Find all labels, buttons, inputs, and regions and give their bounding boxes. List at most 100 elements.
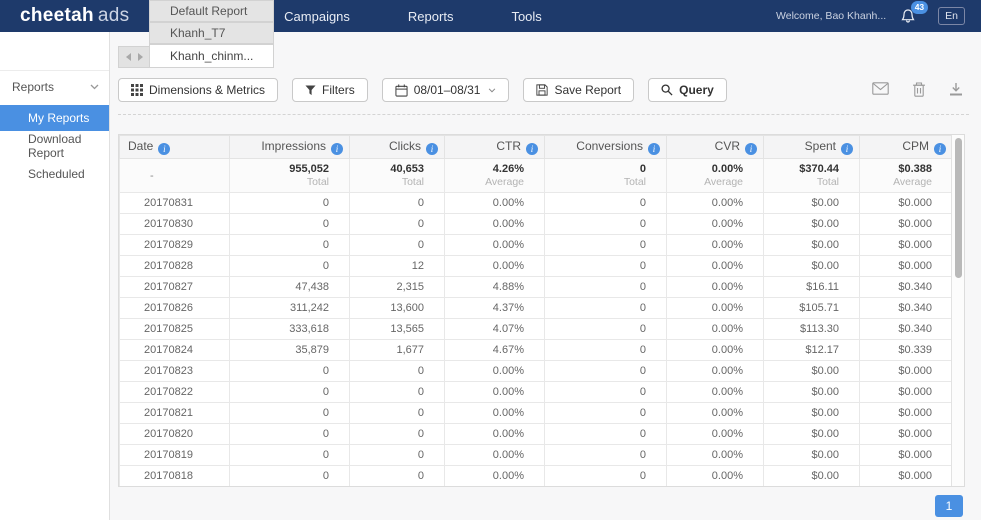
report-tab-1[interactable]: Default Report: [149, 0, 275, 22]
table-row: 20170831 0 0 0.00% 0 0.00% $0.00 $0.000: [119, 192, 951, 214]
value-cell: 0: [544, 213, 667, 235]
value-cell: 0.00%: [666, 360, 764, 382]
totals-value-cell: 0 Total: [544, 158, 667, 193]
totals-value-cell: 40,653 Total: [349, 158, 445, 193]
logo[interactable]: cheetah ads: [20, 5, 129, 27]
value-cell: $105.71: [763, 297, 860, 319]
download-report-button[interactable]: [949, 82, 963, 102]
notification-badge: 43: [910, 1, 929, 14]
nav-item-tools[interactable]: Tools: [511, 9, 541, 24]
query-label: Query: [679, 83, 714, 97]
value-cell: 0: [229, 192, 350, 214]
sidebar-item-my-reports[interactable]: My Reports: [0, 105, 109, 131]
save-report-button[interactable]: Save Report: [523, 78, 635, 102]
info-icon[interactable]: i: [648, 143, 660, 155]
value-cell: 2,315: [349, 276, 445, 298]
filters-button[interactable]: Filters: [292, 78, 368, 102]
column-header-label: CVR: [714, 139, 740, 153]
info-icon[interactable]: i: [841, 143, 853, 155]
date-cell: 20170831: [119, 192, 230, 214]
column-header-label: Date: [128, 139, 154, 153]
date-cell: 20170825: [119, 318, 230, 340]
tab-scroll-left-icon[interactable]: [125, 53, 131, 61]
value-cell: 0: [544, 360, 667, 382]
value-cell: 0: [544, 255, 667, 277]
value-cell: 0: [229, 381, 350, 403]
search-icon: [661, 84, 673, 96]
sidebar-section-reports[interactable]: Reports: [0, 70, 109, 103]
notifications-button[interactable]: 43: [900, 1, 929, 24]
nav-item-reports[interactable]: Reports: [408, 9, 454, 24]
value-cell: $0.00: [763, 234, 860, 256]
value-cell: 4.67%: [444, 339, 545, 361]
info-icon[interactable]: i: [745, 143, 757, 155]
email-report-button[interactable]: [872, 82, 889, 102]
value-cell: $0.000: [859, 192, 951, 214]
date-cell: 20170826: [119, 297, 230, 319]
query-button[interactable]: Query: [648, 78, 727, 102]
value-cell: 0.00%: [444, 213, 545, 235]
report-tab-2[interactable]: Khanh_T7: [149, 22, 275, 44]
value-cell: 0: [349, 444, 445, 466]
trash-icon: [913, 82, 925, 97]
value-cell: $0.00: [763, 255, 860, 277]
value-cell: 0: [349, 360, 445, 382]
column-header-cvr: CVR i: [666, 135, 764, 159]
value-cell: 0: [349, 192, 445, 214]
value-cell: 0.00%: [666, 318, 764, 340]
table-body: 20170831 0 0 0.00% 0 0.00% $0.00 $0.000 20170830…: [119, 192, 951, 486]
totals-value: 4.26%: [492, 163, 524, 175]
value-cell: $0.00: [763, 213, 860, 235]
value-cell: 47,438: [229, 276, 350, 298]
report-table: Date i Impressions i Clicks i CTR i Conversions i…: [119, 135, 951, 486]
delete-report-button[interactable]: [912, 82, 926, 102]
value-cell: 35,879: [229, 339, 350, 361]
info-icon[interactable]: i: [331, 143, 343, 155]
language-selector[interactable]: En: [938, 7, 965, 25]
save-report-label: Save Report: [554, 83, 622, 97]
totals-sublabel: Total: [623, 176, 646, 188]
tab-scroll-arrows[interactable]: [118, 46, 150, 68]
value-cell: 0: [544, 297, 667, 319]
value-cell: 0.00%: [666, 465, 764, 486]
table-scrollbar[interactable]: [951, 135, 964, 486]
dimensions-metrics-button[interactable]: Dimensions & Metrics: [118, 78, 279, 102]
value-cell: 0: [544, 465, 667, 486]
table-row: 20170825 333,618 13,565 4.07% 0 0.00% $113.30 $…: [119, 318, 951, 340]
logo-light: ads: [97, 5, 130, 26]
value-cell: 0.00%: [444, 381, 545, 403]
table-row: 20170824 35,879 1,677 4.67% 0 0.00% $12.17 $0.3…: [119, 339, 951, 361]
table-row: 20170830 0 0 0.00% 0 0.00% $0.00 $0.000: [119, 213, 951, 235]
report-tab-3[interactable]: Khanh_chinm...: [149, 44, 275, 68]
report-tab-label: Khanh_T7: [170, 26, 226, 40]
info-icon[interactable]: i: [158, 143, 171, 155]
value-cell: 0.00%: [666, 339, 764, 361]
table-row: 20170818 0 0 0.00% 0 0.00% $0.00 $0.000: [119, 465, 951, 486]
date-cell: 20170827: [119, 276, 230, 298]
value-cell: 0: [229, 255, 350, 277]
tab-scroll-right-icon[interactable]: [137, 53, 143, 61]
column-header-label: Spent: [804, 139, 836, 153]
sidebar-item-scheduled[interactable]: Scheduled: [0, 161, 109, 187]
value-cell: 13,600: [349, 297, 445, 319]
value-cell: 0: [229, 402, 350, 424]
value-cell: 0.00%: [666, 192, 764, 214]
value-cell: $0.340: [859, 318, 951, 340]
scrollbar-thumb[interactable]: [955, 138, 962, 278]
info-icon[interactable]: i: [526, 143, 538, 155]
value-cell: $0.000: [859, 402, 951, 424]
info-icon[interactable]: i: [426, 143, 438, 155]
value-cell: 0: [349, 465, 445, 486]
nav-item-campaigns[interactable]: Campaigns: [284, 9, 350, 24]
value-cell: 0.00%: [666, 444, 764, 466]
info-icon[interactable]: i: [934, 143, 946, 155]
sidebar-item-download-report[interactable]: Download Report: [0, 132, 109, 160]
totals-value: 0.00%: [711, 163, 743, 175]
value-cell: $0.340: [859, 297, 951, 319]
value-cell: $0.000: [859, 423, 951, 445]
value-cell: 0: [544, 402, 667, 424]
value-cell: 0.00%: [444, 255, 545, 277]
date-range-button[interactable]: 08/01–08/31: [381, 78, 510, 102]
column-header-clicks: Clicks i: [349, 135, 445, 159]
page-1-button[interactable]: 1: [935, 495, 963, 517]
